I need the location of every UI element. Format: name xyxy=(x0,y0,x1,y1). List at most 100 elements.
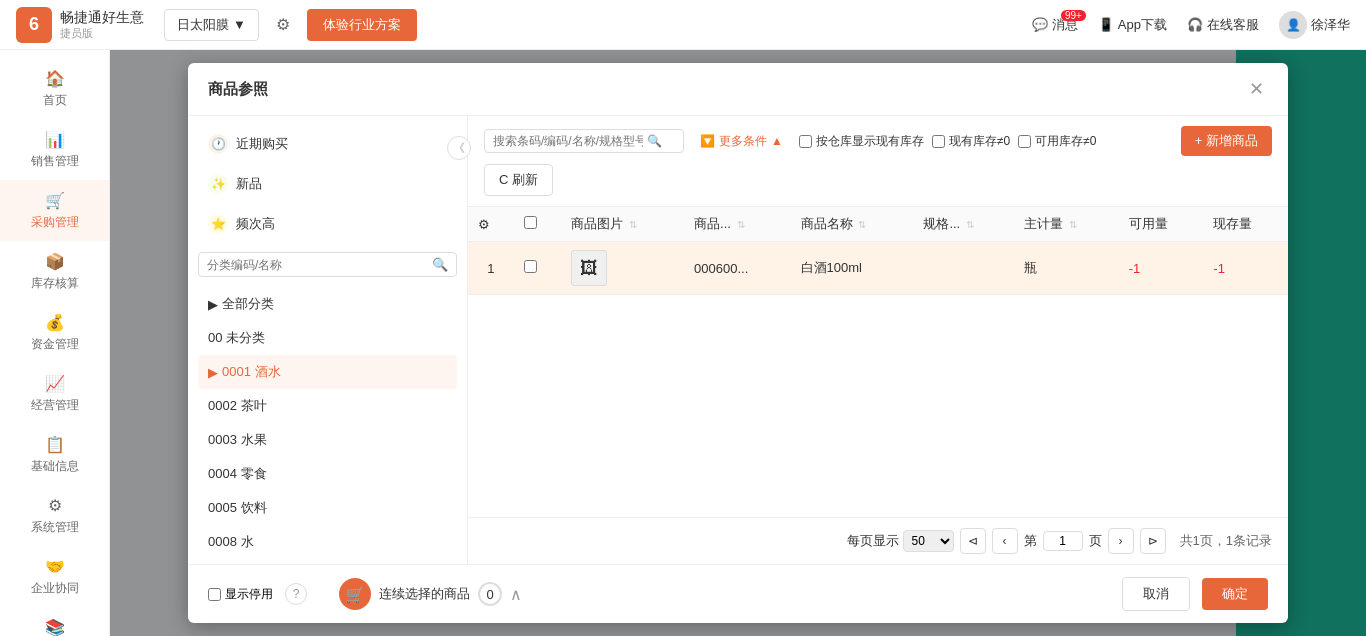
sidebar-item-system[interactable]: ⚙ 系统管理 xyxy=(0,485,109,546)
new-product-btn[interactable]: ✨ 新品 xyxy=(198,166,457,202)
modal: 商品参照 ✕ 🕐 近期购买 ✨ 新 xyxy=(188,63,1288,623)
service-item[interactable]: 🎧 在线客服 xyxy=(1187,16,1259,34)
col-code[interactable]: 商品... ⇅ xyxy=(684,207,790,242)
row-stock: -1 xyxy=(1203,242,1288,295)
search-icon[interactable]: 🔍 xyxy=(647,134,662,148)
col-unit[interactable]: 主计量 ⇅ xyxy=(1014,207,1118,242)
main-layout: 🏠 首页 📊 销售管理 🛒 采购管理 📦 库存核算 💰 资金管理 📈 经营管理 … xyxy=(0,50,1366,636)
warehouse-checkbox[interactable] xyxy=(799,135,812,148)
app-download-item[interactable]: 📱 App下载 xyxy=(1098,16,1167,34)
star-icon: ⭐ xyxy=(208,214,228,234)
row-select-checkbox[interactable] xyxy=(524,260,537,273)
col-spec[interactable]: 规格... ⇅ xyxy=(913,207,1014,242)
page-info: 共1页，1条记录 xyxy=(1180,532,1272,550)
page-size-dropdown[interactable]: 20 50 100 xyxy=(903,530,954,552)
sidebar-item-enterprise[interactable]: 🤝 企业协同 xyxy=(0,546,109,607)
col-image[interactable]: 商品图片 ⇅ xyxy=(561,207,684,242)
cart-area: 🛒 连续选择的商品 0 ∧ xyxy=(339,578,522,610)
sidebar-item-home[interactable]: 🏠 首页 xyxy=(0,58,109,119)
category-item-beverage[interactable]: 0005 饮料 xyxy=(198,491,457,525)
sidebar-item-basic[interactable]: 📋 基础信息 xyxy=(0,424,109,485)
confirm-button[interactable]: 确定 xyxy=(1202,578,1268,610)
category-item-snack[interactable]: 0004 零食 xyxy=(198,457,457,491)
category-item-water[interactable]: 0008 水 xyxy=(198,525,457,554)
row-num: 1 xyxy=(468,242,514,295)
cart-collapse-button[interactable]: ∧ xyxy=(510,585,522,604)
available-checkbox[interactable] xyxy=(1018,135,1031,148)
sidebar-item-inventory[interactable]: 📦 库存核算 xyxy=(0,241,109,302)
arrow-active-icon: ▶ xyxy=(208,365,218,380)
sidebar-item-purchase[interactable]: 🛒 采购管理 xyxy=(0,180,109,241)
clock-icon: 🕐 xyxy=(208,134,228,154)
filter-button[interactable]: 🔽 更多条件 ▲ xyxy=(692,129,791,154)
cancel-button[interactable]: 取消 xyxy=(1122,577,1190,611)
right-panel: 🔍 🔽 更多条件 ▲ 按仓库显示现有库存 xyxy=(468,116,1288,564)
settings-icon[interactable]: ⚙ xyxy=(267,9,299,41)
stock-checkbox[interactable] xyxy=(932,135,945,148)
next-page-button[interactable]: › xyxy=(1108,528,1134,554)
category-item-all[interactable]: ▶ 全部分类 xyxy=(198,287,457,321)
checkbox-available[interactable]: 可用库存≠0 xyxy=(1018,133,1096,150)
message-badge: 99+ xyxy=(1061,10,1086,21)
add-product-button[interactable]: + 新增商品 xyxy=(1181,126,1272,156)
col-stock[interactable]: 现存量 xyxy=(1203,207,1288,242)
product-search-wrap: 🔍 xyxy=(484,129,684,153)
first-page-button[interactable]: ⊲ xyxy=(960,528,986,554)
row-checkbox[interactable] xyxy=(514,242,561,295)
refresh-product-button[interactable]: C 刷新 xyxy=(484,164,553,196)
recent-purchase-btn[interactable]: 🕐 近期购买 xyxy=(198,126,457,162)
category-item-fruit[interactable]: 0003 水果 xyxy=(198,423,457,457)
category-search-input[interactable] xyxy=(207,258,428,272)
sidebar-item-sales[interactable]: 📊 销售管理 xyxy=(0,119,109,180)
select-all-checkbox[interactable] xyxy=(524,216,537,229)
operation-icon: 📈 xyxy=(45,373,65,393)
avatar: 👤 xyxy=(1279,11,1307,39)
quick-buttons: 🕐 近期购买 ✨ 新品 ⭐ 频次高 《 xyxy=(198,126,457,242)
org-dropdown[interactable]: 日太阳膜 ▼ xyxy=(164,9,259,41)
disabled-checkbox[interactable] xyxy=(208,588,221,601)
arrow-icon: ▶ xyxy=(208,297,218,312)
nav-right: 💬 消息 99+ 📱 App下载 🎧 在线客服 👤 徐泽华 xyxy=(1032,11,1350,39)
trial-button[interactable]: 体验行业方案 xyxy=(307,9,417,41)
help-button[interactable]: ? xyxy=(285,583,307,605)
message-icon-item[interactable]: 💬 消息 99+ xyxy=(1032,16,1078,34)
category-item-tea[interactable]: 0002 茶叶 xyxy=(198,389,457,423)
sidebar-item-finance[interactable]: 💰 资金管理 xyxy=(0,302,109,363)
product-search-input[interactable] xyxy=(493,134,643,148)
col-name[interactable]: 商品名称 ⇅ xyxy=(791,207,914,242)
frequent-btn[interactable]: ⭐ 频次高 xyxy=(198,206,457,242)
collapse-button[interactable]: 《 xyxy=(447,136,471,160)
modal-title: 商品参照 xyxy=(208,80,268,99)
prev-page-button[interactable]: ‹ xyxy=(992,528,1018,554)
sidebar-item-operation[interactable]: 📈 经营管理 xyxy=(0,363,109,424)
purchase-icon: 🛒 xyxy=(45,190,65,210)
col-checkbox xyxy=(514,207,561,242)
modal-footer: 显示停用 ? 🛒 连续选择的商品 0 ∧ 取消 确定 xyxy=(188,564,1288,623)
row-code: 000600... xyxy=(684,242,790,295)
inventory-icon: 📦 xyxy=(45,251,65,271)
logo-sub: 捷员版 xyxy=(60,26,144,41)
checkbox-warehouse[interactable]: 按仓库显示现有库存 xyxy=(799,133,924,150)
product-table: ⚙ 商品图片 ⇅ 商品... ⇅ xyxy=(468,207,1288,295)
user-item[interactable]: 👤 徐泽华 xyxy=(1279,11,1350,39)
table-header-row: ⚙ 商品图片 ⇅ 商品... ⇅ xyxy=(468,207,1288,242)
chevron-down-icon: ▼ xyxy=(233,17,246,32)
checkbox-stock[interactable]: 现有库存≠0 xyxy=(932,133,1010,150)
modal-header: 商品参照 ✕ xyxy=(188,63,1288,116)
last-page-button[interactable]: ⊳ xyxy=(1140,528,1166,554)
logo-icon: 6 xyxy=(16,7,52,43)
home-icon: 🏠 xyxy=(45,68,65,88)
page-number-input[interactable] xyxy=(1043,531,1083,551)
modal-close-button[interactable]: ✕ xyxy=(1244,77,1268,101)
phone-icon: 📱 xyxy=(1098,17,1114,32)
row-available: -1 xyxy=(1119,242,1204,295)
search-icon[interactable]: 🔍 xyxy=(432,257,448,272)
show-disabled-checkbox[interactable]: 显示停用 xyxy=(208,586,273,603)
category-item-uncategorized[interactable]: 00 未分类 xyxy=(198,321,457,355)
table-row[interactable]: 1 🖼 000600... 白酒100ml 瓶 xyxy=(468,242,1288,295)
category-search-box: 🔍 xyxy=(198,252,457,277)
category-item-alcohol[interactable]: ▶ 0001 酒水 xyxy=(198,355,457,389)
col-available[interactable]: 可用量 xyxy=(1119,207,1204,242)
logo-area: 6 畅捷通好生意 捷员版 xyxy=(16,7,144,43)
sidebar-item-guide[interactable]: 📚 新手引导 xyxy=(0,607,109,636)
